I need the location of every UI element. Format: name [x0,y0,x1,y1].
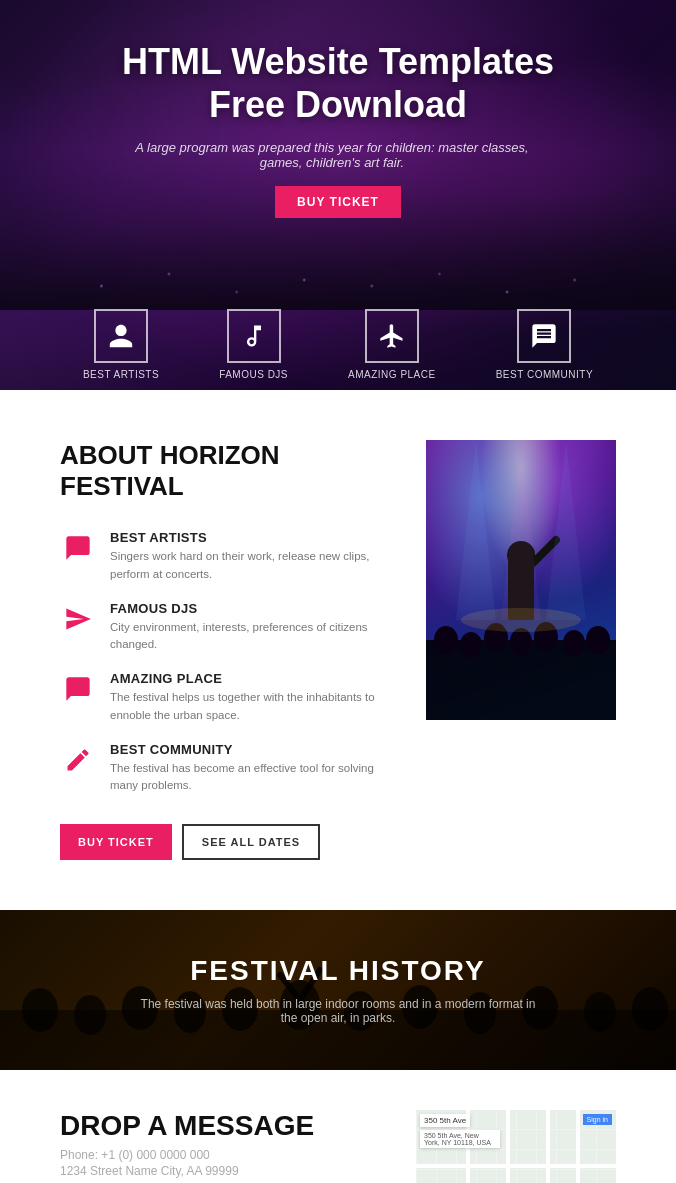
feature-artists-text: BEST ARTISTS Singers work hard on their … [110,530,396,583]
feature-artists-title: BEST ARTISTS [110,530,396,545]
svg-point-2 [460,632,482,658]
svg-point-6 [563,630,585,656]
send-icon [64,605,92,633]
map-road-h1 [416,1164,616,1168]
community-icon-box [517,309,571,363]
feature-place-title: AMAZING PLACE [110,671,396,686]
svg-point-26 [584,992,616,1032]
about-title: ABOUT HORIZONFESTIVAL [60,440,396,502]
svg-point-17 [74,995,106,1035]
feature-icon-artists: BEST ARTISTS [83,309,159,380]
festival-history-title: FESTIVAL HISTORY [138,955,538,987]
chat-bubble2-icon [64,675,92,703]
about-buy-button[interactable]: BUY TICKET [60,824,172,860]
person-icon [107,322,135,350]
plane-icon [378,322,406,350]
feature-djs-text: FAMOUS DJs City environment, interests, … [110,601,396,654]
hero-section: HTML Website TemplatesFree Download A la… [0,0,676,390]
festival-history-section: FESTIVAL HISTORY The festival was held b… [0,910,676,1070]
feature-artists-desc: Singers work hard on their work, release… [110,548,396,583]
contact-address: 1234 Street Name City, AA 99999 [60,1164,386,1178]
feature-item-community: BEST COMMUNITY The festival has become a… [60,742,396,795]
feature-community-desc: The festival has become an effective too… [110,760,396,795]
contact-section: DROP A MESSAGE Phone: +1 (0) 000 0000 00… [0,1070,676,1183]
community-label: BEST COMMUNITY [496,369,593,380]
feature-place-desc: The festival helps us together with the … [110,689,396,724]
svg-marker-14 [546,440,586,620]
svg-point-1 [434,626,458,654]
contact-phone: Phone: +1 (0) 000 0000 000 [60,1148,386,1162]
edit-icon [64,746,92,774]
feature-community-title: BEST COMMUNITY [110,742,396,757]
map-sign-in[interactable]: Sign in [583,1114,612,1125]
chat-bubble-icon [64,534,92,562]
djs-icon-box [227,309,281,363]
about-section: ABOUT HORIZONFESTIVAL BEST ARTISTS Singe… [0,390,676,910]
feature-icon-community: BEST COMMUNITY [496,309,593,380]
contact-left: DROP A MESSAGE Phone: +1 (0) 000 0000 00… [60,1110,386,1183]
svg-point-4 [510,628,532,656]
map-label2: 350 5th Ave, New York, NY 10118, USA [420,1130,500,1148]
feature-place-text: AMAZING PLACE The festival helps us toge… [110,671,396,724]
feature-icon-djs: FAMOUS DJs [219,309,288,380]
feature-community-icon [60,742,96,778]
feature-place-icon [60,671,96,707]
festival-history-desc: The festival was held both in large indo… [138,997,538,1025]
map-road-v2 [506,1110,510,1183]
hero-content: HTML Website TemplatesFree Download A la… [122,0,554,218]
about-right [426,440,616,860]
about-left: ABOUT HORIZONFESTIVAL BEST ARTISTS Singe… [60,440,396,860]
feature-djs-icon [60,601,96,637]
hero-subtitle: A large program was prepared this year f… [122,140,542,170]
feature-artists-icon [60,530,96,566]
feature-item-place: AMAZING PLACE The festival helps us toge… [60,671,396,724]
feature-djs-title: FAMOUS DJs [110,601,396,616]
map-label: 350 5th Ave [420,1114,470,1127]
map-container[interactable]: 350 5th Ave 350 5th Ave, New York, NY 10… [416,1110,616,1183]
svg-marker-13 [501,440,541,620]
about-buttons: BUY TICKET SEE ALL DATES [60,824,396,860]
feature-djs-desc: City environment, interests, preferences… [110,619,396,654]
map-road-v3 [546,1110,550,1183]
contact-right: 350 5th Ave 350 5th Ave, New York, NY 10… [416,1110,616,1183]
contact-title: DROP A MESSAGE [60,1110,386,1142]
about-image [426,440,616,720]
feature-list: BEST ARTISTS Singers work hard on their … [60,530,396,794]
djs-label: FAMOUS DJs [219,369,288,380]
feature-item-artists: BEST ARTISTS Singers work hard on their … [60,530,396,583]
feature-item-djs: FAMOUS DJs City environment, interests, … [60,601,396,654]
map-road-v4 [576,1110,580,1183]
concert-silhouette [426,440,616,720]
place-icon-box [365,309,419,363]
about-dates-button[interactable]: SEE ALL DATES [182,824,320,860]
hero-buy-button[interactable]: BUY TICKET [275,186,401,218]
music-icon [240,322,268,350]
svg-point-27 [632,987,668,1031]
svg-point-16 [22,988,58,1032]
festival-history-content: FESTIVAL HISTORY The festival was held b… [138,955,538,1025]
features-icons-row: BEST ARTISTS FAMOUS DJs AMAZING PLACE [0,309,676,380]
svg-marker-12 [456,440,496,620]
chat-icon [530,322,558,350]
place-label: AMAZING PLACE [348,369,436,380]
artists-label: BEST ARTISTS [83,369,159,380]
feature-icon-place: AMAZING PLACE [348,309,436,380]
hero-title: HTML Website TemplatesFree Download [122,40,554,126]
artists-icon-box [94,309,148,363]
svg-point-7 [586,626,610,654]
feature-community-text: BEST COMMUNITY The festival has become a… [110,742,396,795]
